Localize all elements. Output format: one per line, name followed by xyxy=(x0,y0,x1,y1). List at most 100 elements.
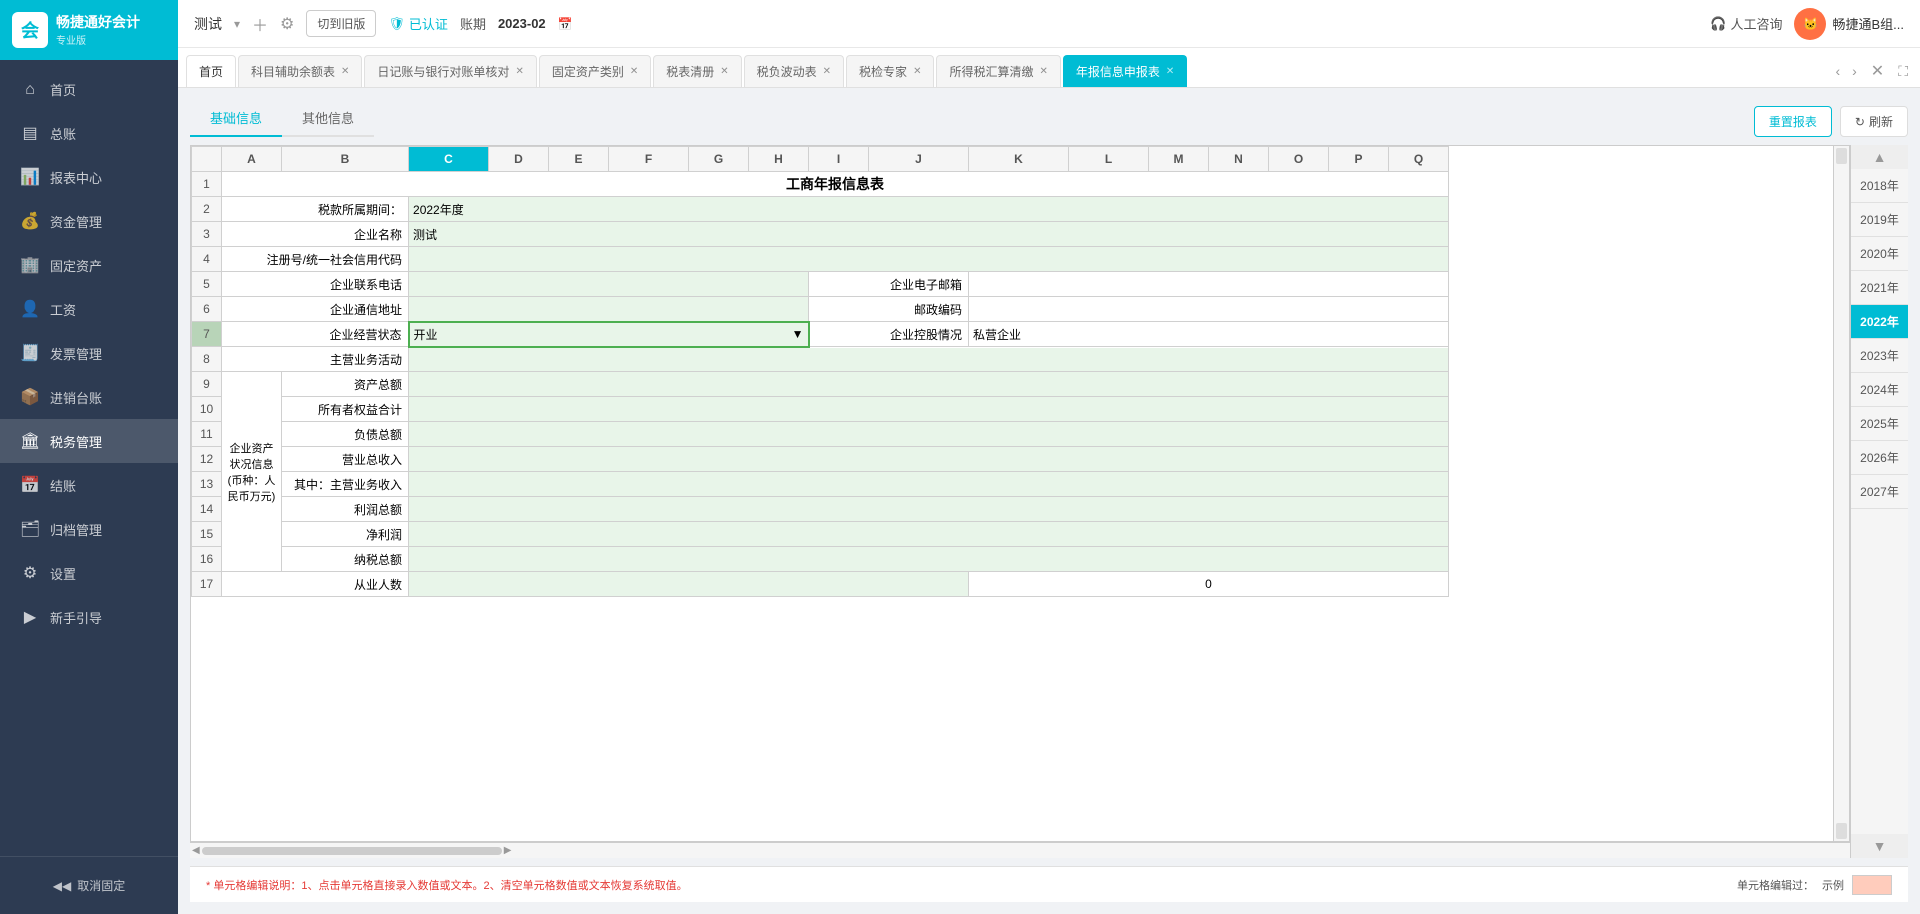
user-avatar-button[interactable]: 🐱 畅捷通B组... xyxy=(1794,8,1904,40)
cell-6-right-value[interactable] xyxy=(969,297,1449,322)
year-item-2022[interactable]: 2022年 xyxy=(1851,305,1908,339)
col-header-f[interactable]: F xyxy=(609,147,689,172)
tab-home[interactable]: 首页 xyxy=(186,55,236,87)
calendar-icon[interactable]: 📅 xyxy=(558,17,573,31)
cell-5-value[interactable] xyxy=(409,272,809,297)
sidebar-item-salary[interactable]: 👤 工资 xyxy=(0,287,178,331)
tab-expand-icon[interactable]: ⛶ xyxy=(1894,61,1912,82)
col-header-l[interactable]: L xyxy=(1069,147,1149,172)
tab-fixed-cat[interactable]: 固定资产类别 ✕ xyxy=(539,55,651,87)
cell-12-value[interactable] xyxy=(409,447,1449,472)
col-header-g[interactable]: G xyxy=(689,147,749,172)
tab-tax-wave[interactable]: 税负波动表 ✕ xyxy=(744,55,844,87)
refresh-button[interactable]: ↻ 刷新 xyxy=(1840,106,1908,137)
col-header-d[interactable]: D xyxy=(489,147,549,172)
cell-6-value[interactable] xyxy=(409,297,809,322)
old-version-button[interactable]: 切到旧版 xyxy=(306,10,376,37)
hscroll-right-icon[interactable]: ▶ xyxy=(504,845,512,856)
year-item-2020[interactable]: 2020年 xyxy=(1851,237,1908,271)
sub-tab-basic[interactable]: 基础信息 xyxy=(190,100,282,137)
cell-17-right-value[interactable]: 0 xyxy=(969,572,1449,597)
cell-16-value[interactable] xyxy=(409,547,1449,572)
cell-4-value[interactable] xyxy=(409,247,1449,272)
tab-aux[interactable]: 科目辅助余额表 ✕ xyxy=(238,55,362,87)
tab-journal-close-icon[interactable]: ✕ xyxy=(515,66,523,77)
cell-7-right-value[interactable]: 私营企业 xyxy=(969,322,1449,347)
cell-5-right-value[interactable] xyxy=(969,272,1449,297)
dropdown-arrow-icon[interactable]: ▼ xyxy=(792,327,804,341)
sidebar-item-ledger[interactable]: ▤ 总账 xyxy=(0,111,178,155)
horizontal-scrollbar[interactable]: ◀ ▶ xyxy=(190,842,1850,858)
cell-title[interactable]: 工商年报信息表 xyxy=(222,172,1449,197)
year-item-2026[interactable]: 2026年 xyxy=(1851,441,1908,475)
hscroll-thumb[interactable] xyxy=(202,847,502,855)
col-header-m[interactable]: M xyxy=(1149,147,1209,172)
sidebar-item-fixed[interactable]: 🏢 固定资产 xyxy=(0,243,178,287)
vertical-scrollbar[interactable] xyxy=(1833,146,1849,841)
tab-nav-next-icon[interactable]: › xyxy=(1848,61,1861,81)
col-header-b[interactable]: B xyxy=(282,147,409,172)
year-item-2023[interactable]: 2023年 xyxy=(1851,339,1908,373)
settings-gear-icon[interactable]: ⚙ xyxy=(280,14,294,34)
tab-annual[interactable]: 年报信息申报表 ✕ xyxy=(1063,55,1187,87)
year-item-2018[interactable]: 2018年 xyxy=(1851,169,1908,203)
year-item-2025[interactable]: 2025年 xyxy=(1851,407,1908,441)
help-button[interactable]: 🎧 人工咨询 xyxy=(1710,14,1782,33)
col-header-h[interactable]: H xyxy=(749,147,809,172)
sidebar-item-guide[interactable]: ▶ 新手引导 xyxy=(0,595,178,639)
tab-nav-prev-icon[interactable]: ‹ xyxy=(1831,61,1844,81)
cell-14-value[interactable] xyxy=(409,497,1449,522)
cell-2-value[interactable]: 2022年度 xyxy=(409,197,1449,222)
spreadsheet-main[interactable]: A B C D E F G H I J xyxy=(191,146,1833,841)
col-header-o[interactable]: O xyxy=(1269,147,1329,172)
year-item-2027[interactable]: 2027年 xyxy=(1851,475,1908,509)
cell-17-value[interactable] xyxy=(409,572,969,597)
tab-tax-expert-close-icon[interactable]: ✕ xyxy=(913,66,921,77)
sidebar-item-inventory[interactable]: 📦 进销台账 xyxy=(0,375,178,419)
col-header-i[interactable]: I xyxy=(809,147,869,172)
tab-annual-close-icon[interactable]: ✕ xyxy=(1166,66,1174,77)
tab-tax-form-close-icon[interactable]: ✕ xyxy=(720,66,728,77)
sidebar-item-close[interactable]: 📅 结账 xyxy=(0,463,178,507)
sidebar-item-finance[interactable]: 💰 资金管理 xyxy=(0,199,178,243)
tab-tax-income[interactable]: 所得税汇算清缴 ✕ xyxy=(936,55,1060,87)
col-header-j[interactable]: J xyxy=(869,147,969,172)
year-item-2024[interactable]: 2024年 xyxy=(1851,373,1908,407)
tab-tax-wave-close-icon[interactable]: ✕ xyxy=(823,66,831,77)
year-panel-up-icon[interactable]: ▲ xyxy=(1851,145,1908,169)
cell-10-value[interactable] xyxy=(409,397,1449,422)
sidebar-item-tax[interactable]: 🏛 税务管理 xyxy=(0,419,178,463)
tab-tax-form[interactable]: 税表清册 ✕ xyxy=(653,55,741,87)
tab-journal[interactable]: 日记账与银行对账单核对 ✕ xyxy=(364,55,536,87)
tab-fixed-cat-close-icon[interactable]: ✕ xyxy=(630,66,638,77)
hscroll-left-icon[interactable]: ◀ xyxy=(192,845,200,856)
tab-close-all-icon[interactable]: ✕ xyxy=(1865,59,1890,83)
col-header-k[interactable]: K xyxy=(969,147,1069,172)
col-header-a[interactable]: A xyxy=(222,147,282,172)
tab-tax-expert[interactable]: 税检专家 ✕ xyxy=(846,55,934,87)
year-item-2019[interactable]: 2019年 xyxy=(1851,203,1908,237)
col-header-e[interactable]: E xyxy=(549,147,609,172)
sidebar-item-settings[interactable]: ⚙ 设置 xyxy=(0,551,178,595)
cell-3-value[interactable]: 测试 xyxy=(409,222,1449,247)
tab-aux-close-icon[interactable]: ✕ xyxy=(341,66,349,77)
add-company-icon[interactable]: ＋ xyxy=(252,12,268,36)
col-header-c[interactable]: C xyxy=(409,147,489,172)
cell-7-dropdown[interactable]: 开业 ▼ xyxy=(409,322,809,347)
year-item-2021[interactable]: 2021年 xyxy=(1851,271,1908,305)
sidebar-item-archive[interactable]: 🗂 归档管理 xyxy=(0,507,178,551)
year-panel-down-icon[interactable]: ▼ xyxy=(1851,834,1908,858)
company-dropdown-icon[interactable]: ▾ xyxy=(234,17,240,31)
cell-11-value[interactable] xyxy=(409,422,1449,447)
sidebar-item-invoice[interactable]: 🧾 发票管理 xyxy=(0,331,178,375)
col-header-q[interactable]: Q xyxy=(1389,147,1449,172)
sidebar-item-home[interactable]: ⌂ 首页 xyxy=(0,68,178,111)
cancel-fixed-button[interactable]: ◀◀ 取消固定 xyxy=(0,867,178,904)
cell-8-value[interactable] xyxy=(409,347,1449,372)
reset-report-button[interactable]: 重置报表 xyxy=(1754,106,1832,137)
col-header-p[interactable]: P xyxy=(1329,147,1389,172)
cell-9-value[interactable] xyxy=(409,372,1449,397)
sub-tab-other[interactable]: 其他信息 xyxy=(282,100,374,137)
cell-13-value[interactable] xyxy=(409,472,1449,497)
tab-tax-income-close-icon[interactable]: ✕ xyxy=(1039,66,1047,77)
